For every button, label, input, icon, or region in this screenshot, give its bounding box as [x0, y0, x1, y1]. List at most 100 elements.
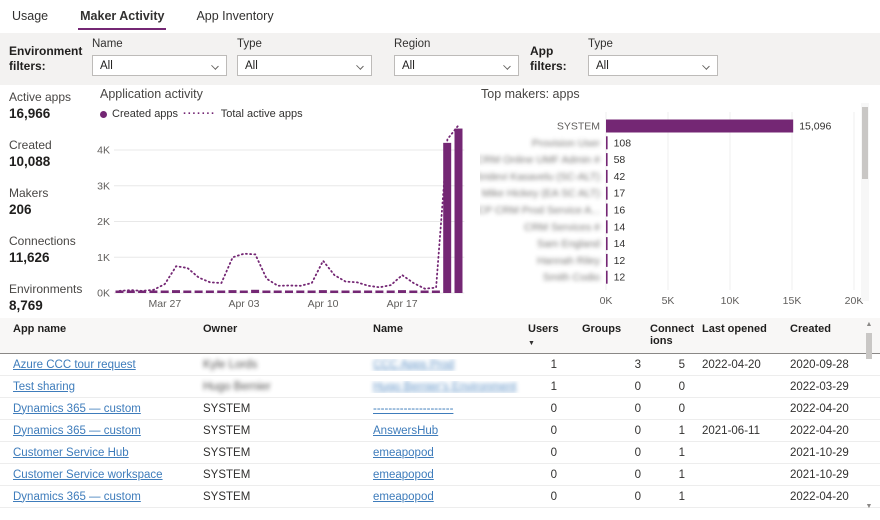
- environment-name-dropdown[interactable]: All: [92, 55, 227, 76]
- maker-bar[interactable]: [606, 169, 608, 183]
- column-header-connections[interactable]: Connections: [645, 318, 697, 349]
- apps-table-header: App name Owner Name Users ▼ Groups Connections…: [0, 318, 880, 354]
- maker-bar[interactable]: [606, 220, 608, 234]
- app-name-link[interactable]: Dynamics 365 — custom: [13, 403, 141, 415]
- created-apps-bar[interactable]: [386, 290, 395, 294]
- y-tick-label: 0K: [97, 288, 110, 300]
- tab-usage[interactable]: Usage: [10, 1, 50, 31]
- scroll-up-icon[interactable]: ▲: [864, 320, 874, 330]
- maker-bar[interactable]: [606, 136, 608, 150]
- created-apps-bar[interactable]: [375, 290, 384, 294]
- created-apps-bar[interactable]: [273, 290, 282, 294]
- top-makers-chart-title: Top makers: apps: [481, 87, 580, 101]
- column-header-owner[interactable]: Owner: [198, 318, 368, 337]
- cell-users: 0: [550, 446, 557, 459]
- stat-connections: Connections 11,626: [9, 234, 95, 265]
- tab-app-inventory[interactable]: App Inventory: [194, 1, 275, 31]
- cell-owner: SYSTEM: [203, 446, 251, 459]
- column-header-users[interactable]: Users ▼: [523, 318, 577, 352]
- created-apps-bar[interactable]: [172, 290, 180, 293]
- maker-bar-value: 15,096: [799, 121, 831, 133]
- created-apps-bar[interactable]: [149, 290, 158, 293]
- created-apps-bar[interactable]: [194, 290, 203, 294]
- created-apps-bar[interactable]: [330, 290, 339, 294]
- environment-name-link[interactable]: ---------------------: [373, 403, 453, 415]
- created-apps-bar[interactable]: [183, 290, 192, 294]
- created-apps-bar[interactable]: [364, 290, 373, 294]
- column-header-label: Groups: [582, 323, 622, 335]
- cell-groups: 0: [634, 402, 641, 415]
- scroll-down-icon[interactable]: ▼: [864, 502, 874, 512]
- created-apps-bar[interactable]: [420, 290, 429, 294]
- table-scrollbar-thumb[interactable]: [866, 333, 872, 359]
- column-header-app-name[interactable]: App name: [0, 318, 198, 337]
- created-apps-bar[interactable]: [205, 290, 214, 294]
- column-header-groups[interactable]: Groups: [577, 318, 645, 337]
- created-apps-bar[interactable]: [398, 290, 406, 293]
- environment-name-link[interactable]: emeapopod: [373, 491, 434, 503]
- maker-bar[interactable]: [606, 119, 794, 133]
- cell-environment-name: ---------------------: [368, 403, 523, 415]
- created-apps-bar[interactable]: [341, 290, 350, 294]
- makers-chart-scrollbar[interactable]: [861, 103, 869, 301]
- stat-environments: Environments 8,769: [9, 282, 95, 313]
- stat-value: 10,088: [9, 154, 51, 169]
- cell-connections: 1: [678, 468, 685, 481]
- column-header-label: Connections: [650, 323, 694, 347]
- environment-name-link[interactable]: CCC Apps Prod: [373, 359, 454, 371]
- cell-created: 2022-04-20: [790, 424, 849, 437]
- created-apps-bar[interactable]: [160, 290, 169, 294]
- created-apps-bar[interactable]: [409, 290, 418, 294]
- environment-name-link[interactable]: emeapopod: [373, 447, 434, 459]
- makers-scrollbar-thumb[interactable]: [862, 107, 868, 179]
- maker-bar[interactable]: [606, 253, 608, 267]
- y-tick-label: 2K: [97, 216, 110, 228]
- table-row: Azure CCC tour request Kyle Lords CCC Apps…: [0, 354, 880, 376]
- app-name-link[interactable]: Dynamics 365 — custom: [13, 425, 141, 437]
- created-apps-bar[interactable]: [352, 290, 361, 294]
- cell-owner: SYSTEM: [203, 402, 251, 415]
- maker-bar[interactable]: [606, 153, 608, 167]
- column-header-created[interactable]: Created: [785, 318, 862, 337]
- created-apps-bar[interactable]: [431, 290, 440, 294]
- app-type-dropdown[interactable]: All: [588, 55, 718, 76]
- maker-bar[interactable]: [606, 186, 608, 200]
- table-row: Customer Service Hub SYSTEM emeapopod 0 0 1 20…: [0, 442, 880, 464]
- environment-name-link[interactable]: Hugo Bernier's Environment: [373, 381, 516, 393]
- column-header-name[interactable]: Name: [368, 318, 523, 337]
- environment-name-link[interactable]: emeapopod: [373, 469, 434, 481]
- apps-table: App name Owner Name Users ▼ Groups Connections…: [0, 318, 880, 508]
- created-apps-bar[interactable]: [318, 290, 327, 293]
- created-apps-bar[interactable]: [262, 290, 271, 294]
- environment-name-link[interactable]: AnswersHub: [373, 425, 438, 437]
- maker-bar[interactable]: [606, 237, 608, 251]
- cell-created: 2020-09-28: [790, 358, 849, 371]
- created-apps-bar[interactable]: [251, 289, 260, 293]
- created-apps-bar[interactable]: [217, 290, 226, 294]
- maker-category-label: Hannah Riley: [537, 255, 601, 267]
- created-apps-bar[interactable]: [228, 290, 237, 293]
- tab-maker-activity[interactable]: Maker Activity: [78, 1, 167, 31]
- app-name-link[interactable]: Test sharing: [13, 381, 75, 393]
- app-name-link[interactable]: Customer Service Hub: [13, 447, 129, 459]
- environment-type-dropdown[interactable]: All: [237, 55, 372, 76]
- created-apps-bar[interactable]: [454, 128, 463, 293]
- column-header-last-opened[interactable]: Last opened: [697, 318, 785, 337]
- maker-bar[interactable]: [606, 203, 608, 217]
- app-name-link[interactable]: Azure CCC tour request: [13, 359, 136, 371]
- created-apps-bar[interactable]: [239, 290, 248, 294]
- cell-app-name: Azure CCC tour request: [0, 359, 198, 371]
- cell-environment-name: CCC Apps Prod: [368, 359, 523, 371]
- stat-label: Environments: [9, 282, 83, 296]
- environment-region-dropdown[interactable]: All: [394, 55, 519, 76]
- app-name-link[interactable]: Dynamics 365 — custom: [13, 491, 141, 503]
- app-name-link[interactable]: Customer Service workspace: [13, 469, 163, 481]
- maker-bar[interactable]: [606, 270, 608, 284]
- cell-connections: 1: [678, 490, 685, 503]
- filter-label: Region: [394, 38, 431, 50]
- created-apps-bar[interactable]: [285, 290, 293, 294]
- created-apps-bar[interactable]: [307, 290, 316, 294]
- created-apps-bar[interactable]: [296, 290, 305, 294]
- table-scrollbar[interactable]: ▲ ▼: [864, 320, 874, 512]
- created-apps-bar[interactable]: [443, 142, 452, 293]
